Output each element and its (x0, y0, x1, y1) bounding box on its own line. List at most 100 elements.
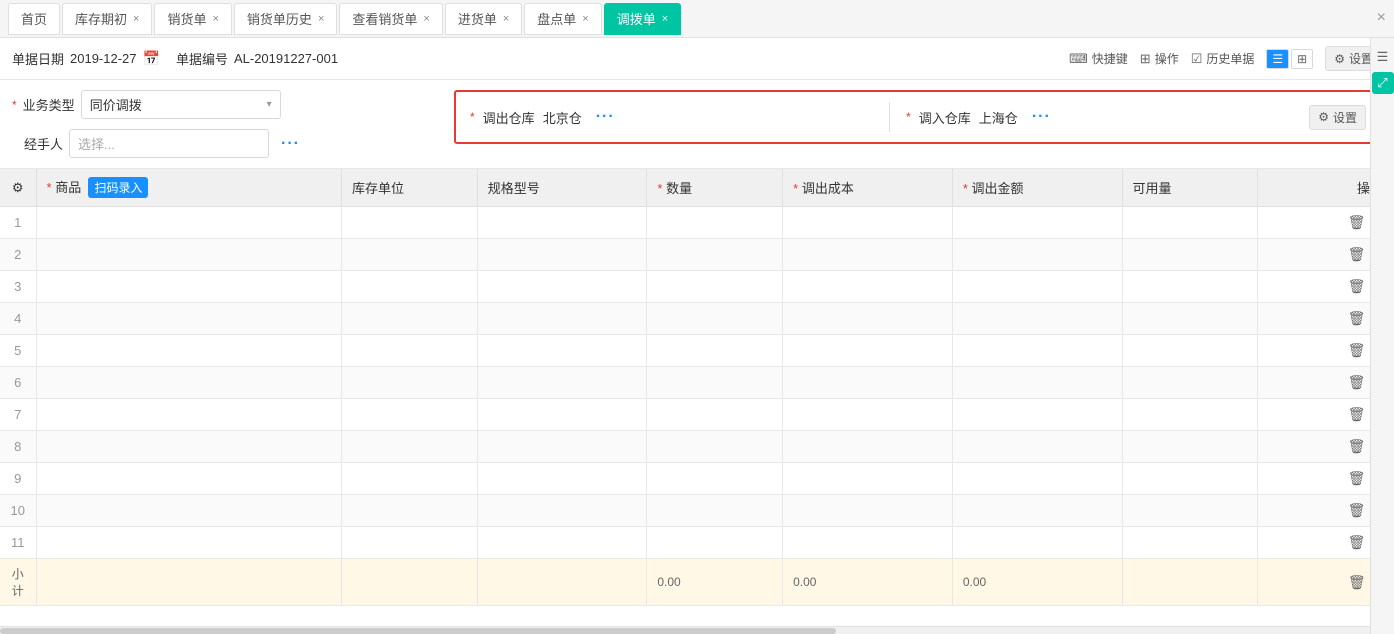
cell-qty (647, 239, 783, 271)
cell-product[interactable] (36, 495, 341, 527)
th-gear[interactable]: ⚙ (0, 169, 36, 207)
out-warehouse-label: 调出仓库 (483, 108, 535, 127)
in-warehouse-more-button[interactable]: ··· (1026, 108, 1057, 126)
panel-list-icon[interactable]: ☰ (1372, 46, 1394, 68)
tab-close-icon[interactable]: × (503, 13, 509, 25)
cell-spec (477, 495, 647, 527)
panel-expand-icon[interactable]: ⤢ (1372, 72, 1394, 94)
list-view-button[interactable]: ☰ (1266, 49, 1289, 69)
cell-unit (341, 335, 477, 367)
delete-row-button[interactable]: 🗑 (1348, 214, 1366, 230)
cell-unit (341, 207, 477, 239)
cell-product[interactable] (36, 367, 341, 399)
shortcuts-icon: ⌨ (1069, 51, 1088, 67)
delete-row-button[interactable]: 🗑 (1348, 278, 1366, 294)
view-toggle: ☰ ⊞ (1266, 49, 1313, 69)
tab-sales-history[interactable]: 销货单历史 × (234, 3, 337, 35)
cell-unit (341, 367, 477, 399)
cell-spec (477, 303, 647, 335)
out-warehouse-value: 北京仓 (543, 108, 582, 127)
tab-close-icon[interactable]: × (423, 13, 429, 25)
biz-type-input[interactable]: 同价调拨 ▾ (81, 90, 281, 119)
tab-close-active-icon[interactable]: × (662, 13, 668, 25)
delete-row-button[interactable]: 🗑 (1348, 310, 1366, 326)
delete-row-button[interactable]: 🗑 (1348, 470, 1366, 486)
tab-purchase[interactable]: 进货单 × (445, 3, 522, 35)
cell-cost (783, 271, 953, 303)
table-row: 3 🗑 ⧉ (0, 271, 1394, 303)
cell-spec (477, 527, 647, 559)
handler-more-button[interactable]: ··· (275, 135, 306, 153)
cell-cost (783, 399, 953, 431)
cell-qty (647, 207, 783, 239)
table-header-row: ⚙ * 商品 扫码录入 库存单位 规格型号 * 数量 (0, 169, 1394, 207)
table-row: 11 🗑 ⧉ (0, 527, 1394, 559)
tab-transfer[interactable]: 调拨单 × (604, 3, 681, 35)
operations-action[interactable]: ⊞ 操作 (1140, 50, 1179, 67)
scan-entry-button[interactable]: 扫码录入 (88, 177, 148, 198)
in-warehouse-label: 调入仓库 (919, 108, 971, 127)
horizontal-scrollbar[interactable] (0, 626, 1394, 634)
handler-input[interactable]: 选择... (69, 129, 269, 158)
tab-close-icon[interactable]: × (582, 13, 588, 25)
tab-inventory-init[interactable]: 库存期初 × (62, 3, 152, 35)
cell-product[interactable] (36, 399, 341, 431)
tab-close-icon[interactable]: × (212, 13, 218, 25)
row-number: 2 (0, 239, 36, 271)
tab-inventory-check[interactable]: 盘点单 × (524, 3, 601, 35)
table-row: 7 🗑 ⧉ (0, 399, 1394, 431)
grid-view-button[interactable]: ⊞ (1291, 49, 1313, 69)
cell-amount (952, 239, 1122, 271)
tab-close-icon[interactable]: × (318, 13, 324, 25)
warehouse-settings-button[interactable]: ⚙ 设置 (1309, 105, 1366, 130)
th-cost: * 调出成本 (783, 169, 953, 207)
subtotal-delete-icon[interactable]: 🗑 (1348, 574, 1366, 590)
delete-row-button[interactable]: 🗑 (1348, 438, 1366, 454)
date-field-group: 单据日期 2019-12-27 📅 (12, 49, 160, 68)
tab-view-sales[interactable]: 查看销货单 × (339, 3, 442, 35)
delete-row-button[interactable]: 🗑 (1348, 342, 1366, 358)
cell-product[interactable] (36, 463, 341, 495)
warehouse-section: * 调出仓库 北京仓 ··· * 调入仓库 上海仓 ··· ⚙ 设置 (454, 90, 1382, 144)
cell-available (1122, 431, 1258, 463)
out-warehouse-more-button[interactable]: ··· (590, 108, 621, 126)
cell-amount (952, 207, 1122, 239)
cell-product[interactable] (36, 303, 341, 335)
tab-home[interactable]: 首页 (8, 3, 60, 35)
scrollbar-thumb[interactable] (0, 628, 836, 634)
cell-product[interactable] (36, 335, 341, 367)
cell-product[interactable] (36, 527, 341, 559)
tab-close-icon[interactable]: × (133, 13, 139, 25)
row-number: 8 (0, 431, 36, 463)
cell-spec (477, 431, 647, 463)
delete-row-button[interactable]: 🗑 (1348, 534, 1366, 550)
data-table: ⚙ * 商品 扫码录入 库存单位 规格型号 * 数量 (0, 169, 1394, 606)
shortcuts-action[interactable]: ⌨ 快捷键 (1069, 50, 1128, 67)
history-action[interactable]: ☑ 历史单据 (1191, 50, 1255, 67)
date-value: 2019-12-27 (70, 51, 137, 66)
cell-qty (647, 271, 783, 303)
delete-row-button[interactable]: 🗑 (1348, 502, 1366, 518)
cell-available (1122, 495, 1258, 527)
delete-row-button[interactable]: 🗑 (1348, 246, 1366, 262)
cell-product[interactable] (36, 431, 341, 463)
cell-qty (647, 303, 783, 335)
row-number: 7 (0, 399, 36, 431)
delete-row-button[interactable]: 🗑 (1348, 406, 1366, 422)
cell-amount (952, 527, 1122, 559)
tab-sales-order[interactable]: 销货单 × (154, 3, 231, 35)
calendar-icon[interactable]: 📅 (143, 50, 160, 67)
cell-product[interactable] (36, 271, 341, 303)
cell-qty (647, 527, 783, 559)
window-close-button[interactable]: × (1377, 9, 1386, 27)
cell-unit (341, 431, 477, 463)
cell-qty (647, 463, 783, 495)
cell-available (1122, 367, 1258, 399)
cell-spec (477, 271, 647, 303)
toolbar: 单据日期 2019-12-27 📅 单据编号 AL-20191227-001 ⌨… (0, 38, 1394, 80)
cell-product[interactable] (36, 207, 341, 239)
cell-product[interactable] (36, 239, 341, 271)
th-product: * 商品 扫码录入 (36, 169, 341, 207)
delete-row-button[interactable]: 🗑 (1348, 374, 1366, 390)
biz-type-field: * 业务类型 同价调拨 ▾ (12, 90, 442, 119)
